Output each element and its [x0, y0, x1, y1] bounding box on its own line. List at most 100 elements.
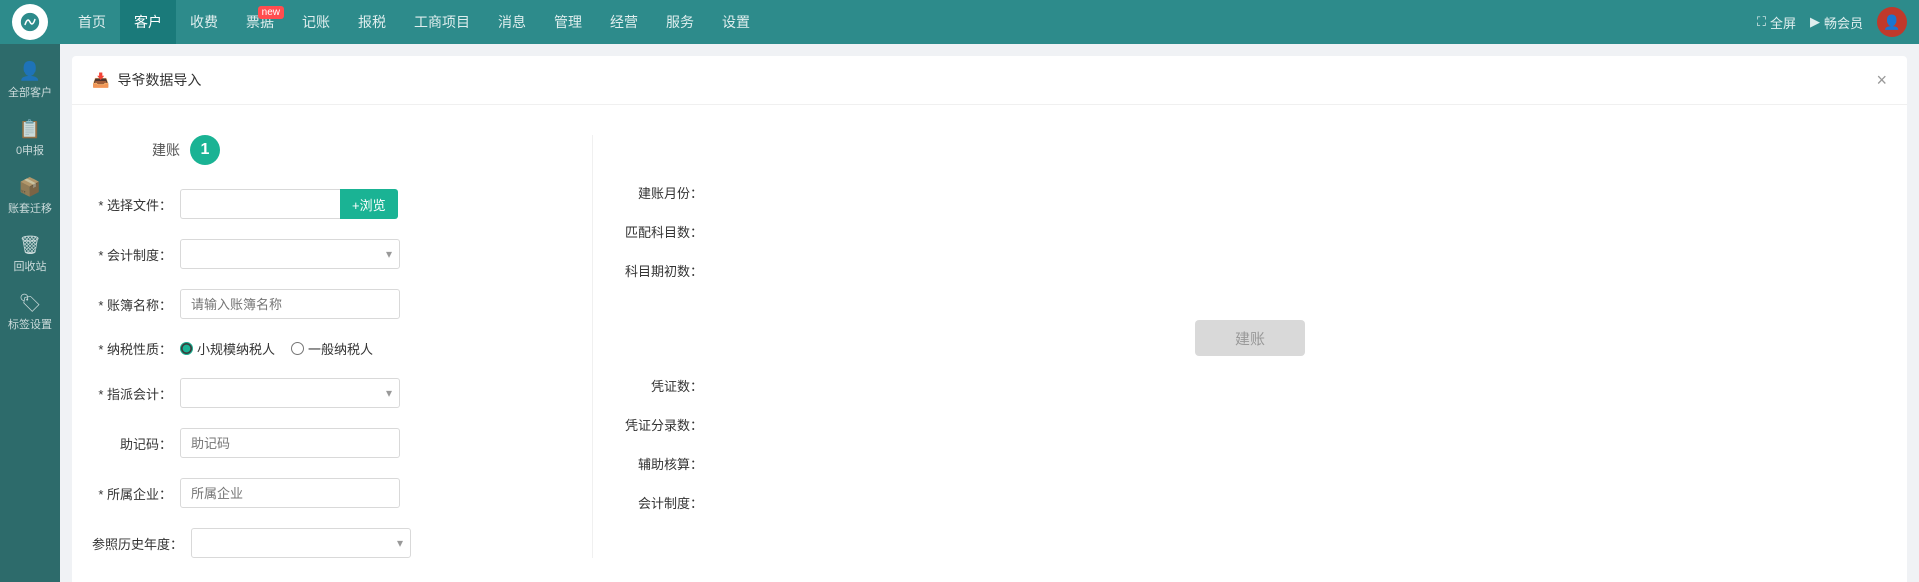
sidebar-item-recycle[interactable]: 🗑 回收站 [0, 226, 60, 284]
voucher-lines-row: 凭证分录数： [613, 415, 1887, 434]
accounting-row: * 会计制度： [92, 239, 552, 269]
accounting-select[interactable] [180, 239, 400, 269]
nav-item-settings[interactable]: 设置 [708, 0, 764, 44]
nav-item-business[interactable]: 工商项目 [400, 0, 484, 44]
vip-button[interactable]: ▶ 畅会员 [1810, 13, 1863, 32]
recycle-icon: 🗑 [19, 236, 42, 254]
tag-icon: 🏷 [19, 294, 42, 312]
history-select[interactable] [191, 528, 411, 558]
memo-label: 助记码： [92, 434, 172, 453]
memo-row: 助记码： [92, 428, 552, 458]
aux-row: 辅助核算： [613, 454, 1887, 473]
vip-icon: ▶ [1810, 14, 1820, 30]
sidebar-item-tag[interactable]: 🏷 标签设置 [0, 284, 60, 342]
info-accounting-label: 会计制度： [613, 493, 703, 512]
nav-item-bookkeep[interactable]: 记账 [288, 0, 344, 44]
sidebar: 👤 全部客户 📋 0申报 📦 账套迁移 🗑 回收站 🏷 标签设置 [0, 44, 60, 582]
sidebar-item-all-clients-label: 全部客户 [8, 84, 52, 100]
sidebar-item-tag-label: 标签设置 [8, 316, 52, 332]
tax-small-option[interactable]: 小规模纳税人 [180, 339, 275, 358]
build-btn-area: 建账 [613, 300, 1887, 356]
company-input[interactable] [180, 478, 400, 508]
nav-item-service[interactable]: 服务 [652, 0, 708, 44]
sidebar-item-recycle-label: 回收站 [14, 258, 47, 274]
declare-icon: 📋 [19, 120, 41, 138]
form-section: 建账 1 * 选择文件： +浏览 * 会计制度： [92, 135, 592, 558]
app-logo[interactable] [12, 4, 48, 40]
accountant-row: * 指派会计： [92, 378, 552, 408]
nav-item-invoice[interactable]: 票据 new [232, 0, 288, 44]
file-input[interactable] [180, 189, 340, 219]
step-label: 建账 [152, 140, 180, 160]
voucher-lines-label: 凭证分录数： [613, 415, 703, 434]
top-navigation: 首页 客户 收费 票据 new 记账 报税 工商项目 消息 管理 经营 服务 设… [0, 0, 1919, 44]
sidebar-item-migrate-label: 账套迁移 [8, 200, 52, 216]
history-label: 参照历史年度： [92, 534, 183, 553]
sidebar-item-migrate[interactable]: 📦 账套迁移 [0, 168, 60, 226]
tax-general-label: 一般纳税人 [308, 339, 373, 358]
all-clients-icon: 👤 [19, 62, 41, 80]
company-label: * 所属企业： [92, 484, 172, 503]
file-label: * 选择文件： [92, 195, 172, 214]
nav-item-fee[interactable]: 收费 [176, 0, 232, 44]
memo-input[interactable] [180, 428, 400, 458]
sidebar-item-declare[interactable]: 📋 0申报 [0, 110, 60, 168]
history-row: 参照历史年度： [92, 528, 552, 558]
nav-item-operation[interactable]: 经营 [596, 0, 652, 44]
period-label: 科目期初数： [613, 261, 703, 280]
tax-row: * 纳税性质： 小规模纳税人 一般纳税人 [92, 339, 552, 358]
aux-label: 辅助核算： [613, 454, 703, 473]
sidebar-item-declare-label: 0申报 [16, 142, 44, 158]
nav-item-manage[interactable]: 管理 [540, 0, 596, 44]
step-circle: 1 [190, 135, 220, 165]
tax-label: * 纳税性质： [92, 339, 172, 358]
tax-radio-group: 小规模纳税人 一般纳税人 [180, 339, 373, 358]
nav-item-message[interactable]: 消息 [484, 0, 540, 44]
panel-title: 导爷数据导入 [117, 70, 201, 90]
accounting-select-wrap [180, 239, 400, 269]
ledger-input[interactable] [180, 289, 400, 319]
accountant-select[interactable] [180, 378, 400, 408]
tax-general-radio[interactable] [291, 342, 304, 355]
tax-small-label: 小规模纳税人 [197, 339, 275, 358]
tax-general-option[interactable]: 一般纳税人 [291, 339, 373, 358]
month-label: 建账月份： [613, 183, 703, 202]
import-icon: 📥 [92, 72, 109, 89]
history-select-wrap [191, 528, 411, 558]
month-row: 建账月份： [613, 183, 1887, 202]
main-layout: 👤 全部客户 📋 0申报 📦 账套迁移 🗑 回收站 🏷 标签设置 📥 导爷数据导… [0, 44, 1919, 582]
info-section: 建账月份： 匹配科目数： 科目期初数： 建账 [592, 135, 1887, 558]
panel-header: 📥 导爷数据导入 × [72, 56, 1907, 105]
tax-small-radio[interactable] [180, 342, 193, 355]
accounting-label: * 会计制度： [92, 245, 172, 264]
nav-right-area: ⛶ 全屏 ▶ 畅会员 👤 [1757, 7, 1907, 37]
close-button[interactable]: × [1876, 71, 1887, 89]
accountant-label: * 指派会计： [92, 384, 172, 403]
browse-button[interactable]: +浏览 [340, 189, 398, 219]
fullscreen-icon: ⛶ [1757, 14, 1766, 30]
import-panel: 📥 导爷数据导入 × 建账 1 * 选择文件： [72, 56, 1907, 582]
company-row: * 所属企业： [92, 478, 552, 508]
accountant-select-wrap [180, 378, 400, 408]
file-row: * 选择文件： +浏览 [92, 189, 552, 219]
nav-item-client[interactable]: 客户 [120, 0, 176, 44]
nav-item-home[interactable]: 首页 [64, 0, 120, 44]
nav-item-tax[interactable]: 报税 [344, 0, 400, 44]
panel-body: 建账 1 * 选择文件： +浏览 * 会计制度： [72, 105, 1907, 582]
match-row: 匹配科目数： [613, 222, 1887, 241]
file-input-group: +浏览 [180, 189, 398, 219]
voucher-row: 凭证数： [613, 376, 1887, 395]
user-avatar[interactable]: 👤 [1877, 7, 1907, 37]
ledger-label: * 账簿名称： [92, 295, 172, 314]
build-account-button[interactable]: 建账 [1195, 320, 1305, 356]
voucher-label: 凭证数： [613, 376, 703, 395]
main-content: 📥 导爷数据导入 × 建账 1 * 选择文件： [60, 44, 1919, 582]
new-badge: new [258, 6, 284, 19]
period-row: 科目期初数： [613, 261, 1887, 280]
ledger-row: * 账簿名称： [92, 289, 552, 319]
fullscreen-button[interactable]: ⛶ 全屏 [1757, 13, 1796, 32]
info-accounting-row: 会计制度： [613, 493, 1887, 512]
sidebar-item-all-clients[interactable]: 👤 全部客户 [0, 52, 60, 110]
migrate-icon: 📦 [19, 178, 41, 196]
match-label: 匹配科目数： [613, 222, 703, 241]
